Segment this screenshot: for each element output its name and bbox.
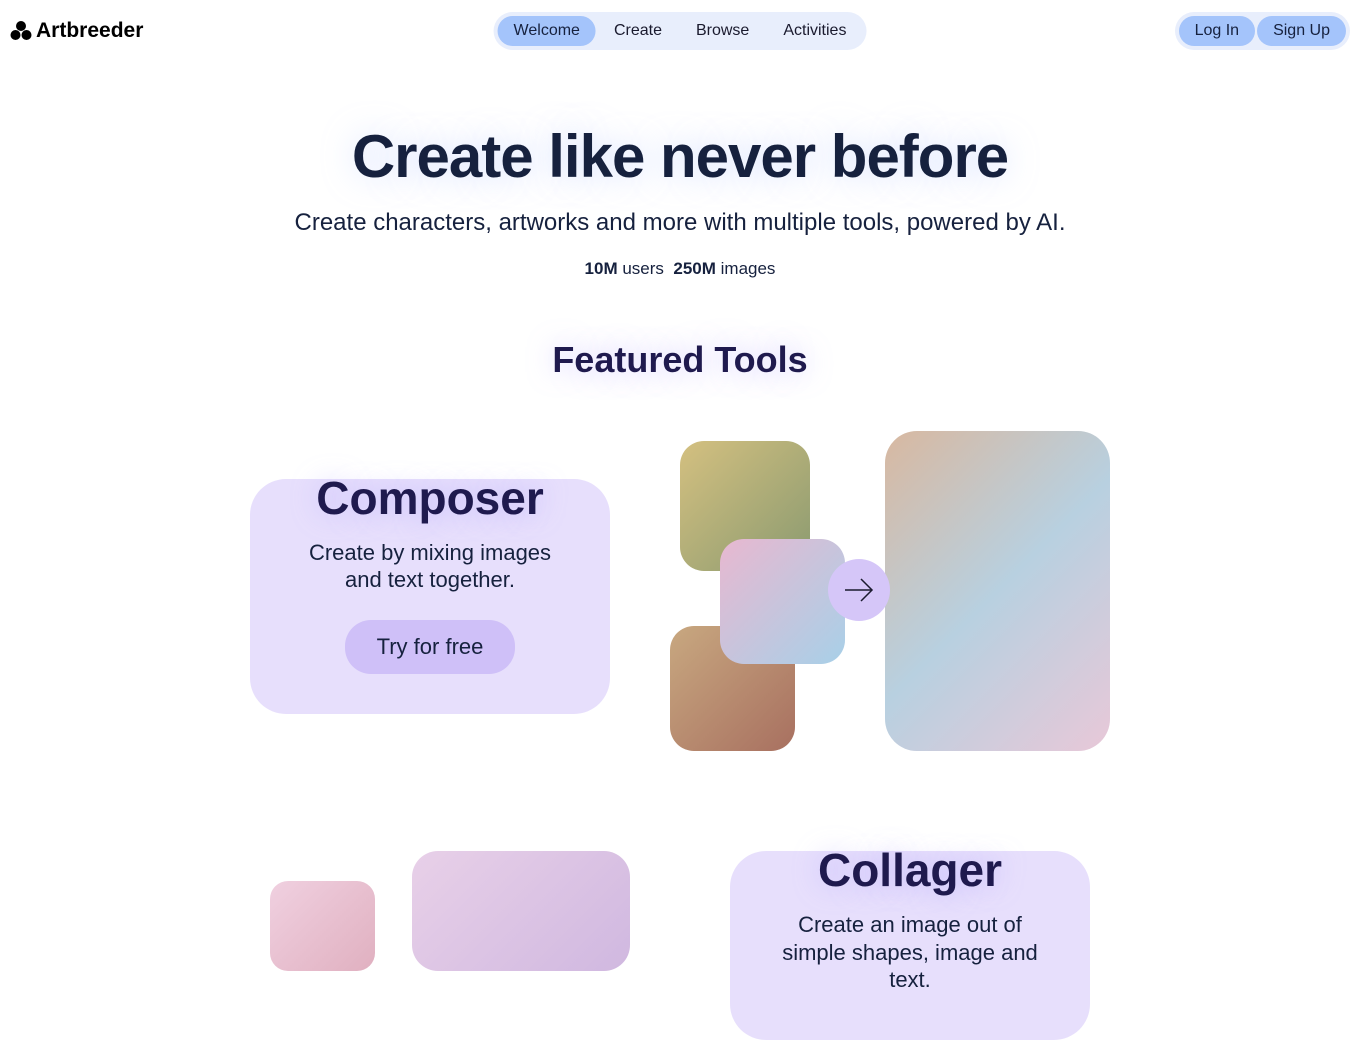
composer-try-button[interactable]: Try for free <box>345 620 516 674</box>
hero-subtitle: Create characters, artworks and more wit… <box>20 209 1340 237</box>
composer-output-image <box>885 431 1110 751</box>
logo-icon <box>10 21 32 41</box>
composer-visual <box>670 431 1110 761</box>
collager-title: Collager <box>778 843 1042 897</box>
composer-title: Composer <box>298 471 562 525</box>
stat-images-label: images <box>716 259 776 278</box>
hero-section: Create like never before Create characte… <box>0 122 1360 279</box>
composer-card: Composer Create by mixing images and tex… <box>250 479 610 714</box>
stat-users-num: 10M <box>585 259 618 278</box>
composer-input-image-2 <box>720 539 845 664</box>
main-nav: Welcome Create Browse Activities <box>494 12 867 50</box>
signup-button[interactable]: Sign Up <box>1257 16 1346 46</box>
stat-images-num: 250M <box>673 259 716 278</box>
nav-activities[interactable]: Activities <box>767 16 862 46</box>
brand-logo[interactable]: Artbreeder <box>10 19 143 43</box>
composer-desc: Create by mixing images and text togethe… <box>298 539 562 594</box>
brand-name: Artbreeder <box>36 19 143 43</box>
login-button[interactable]: Log In <box>1179 16 1255 46</box>
nav-create[interactable]: Create <box>598 16 678 46</box>
collager-desc: Create an image out of simple shapes, im… <box>778 911 1042 994</box>
collager-output-image <box>412 851 630 971</box>
collager-card: Collager Create an image out of simple s… <box>730 851 1090 1040</box>
collager-row: Collager Create an image out of simple s… <box>0 851 1360 1040</box>
stats-line: 10M users 250M images <box>20 259 1340 279</box>
hero-title: Create like never before <box>20 122 1340 191</box>
collager-input-image <box>270 881 375 971</box>
nav-welcome[interactable]: Welcome <box>498 16 596 46</box>
composer-row: Composer Create by mixing images and tex… <box>0 431 1360 761</box>
arrow-right-icon <box>828 559 890 621</box>
stat-users-label: users <box>618 259 664 278</box>
nav-browse[interactable]: Browse <box>680 16 765 46</box>
auth-group: Log In Sign Up <box>1175 12 1350 50</box>
collager-visual <box>270 851 630 941</box>
featured-tools-heading: Featured Tools <box>0 339 1360 381</box>
